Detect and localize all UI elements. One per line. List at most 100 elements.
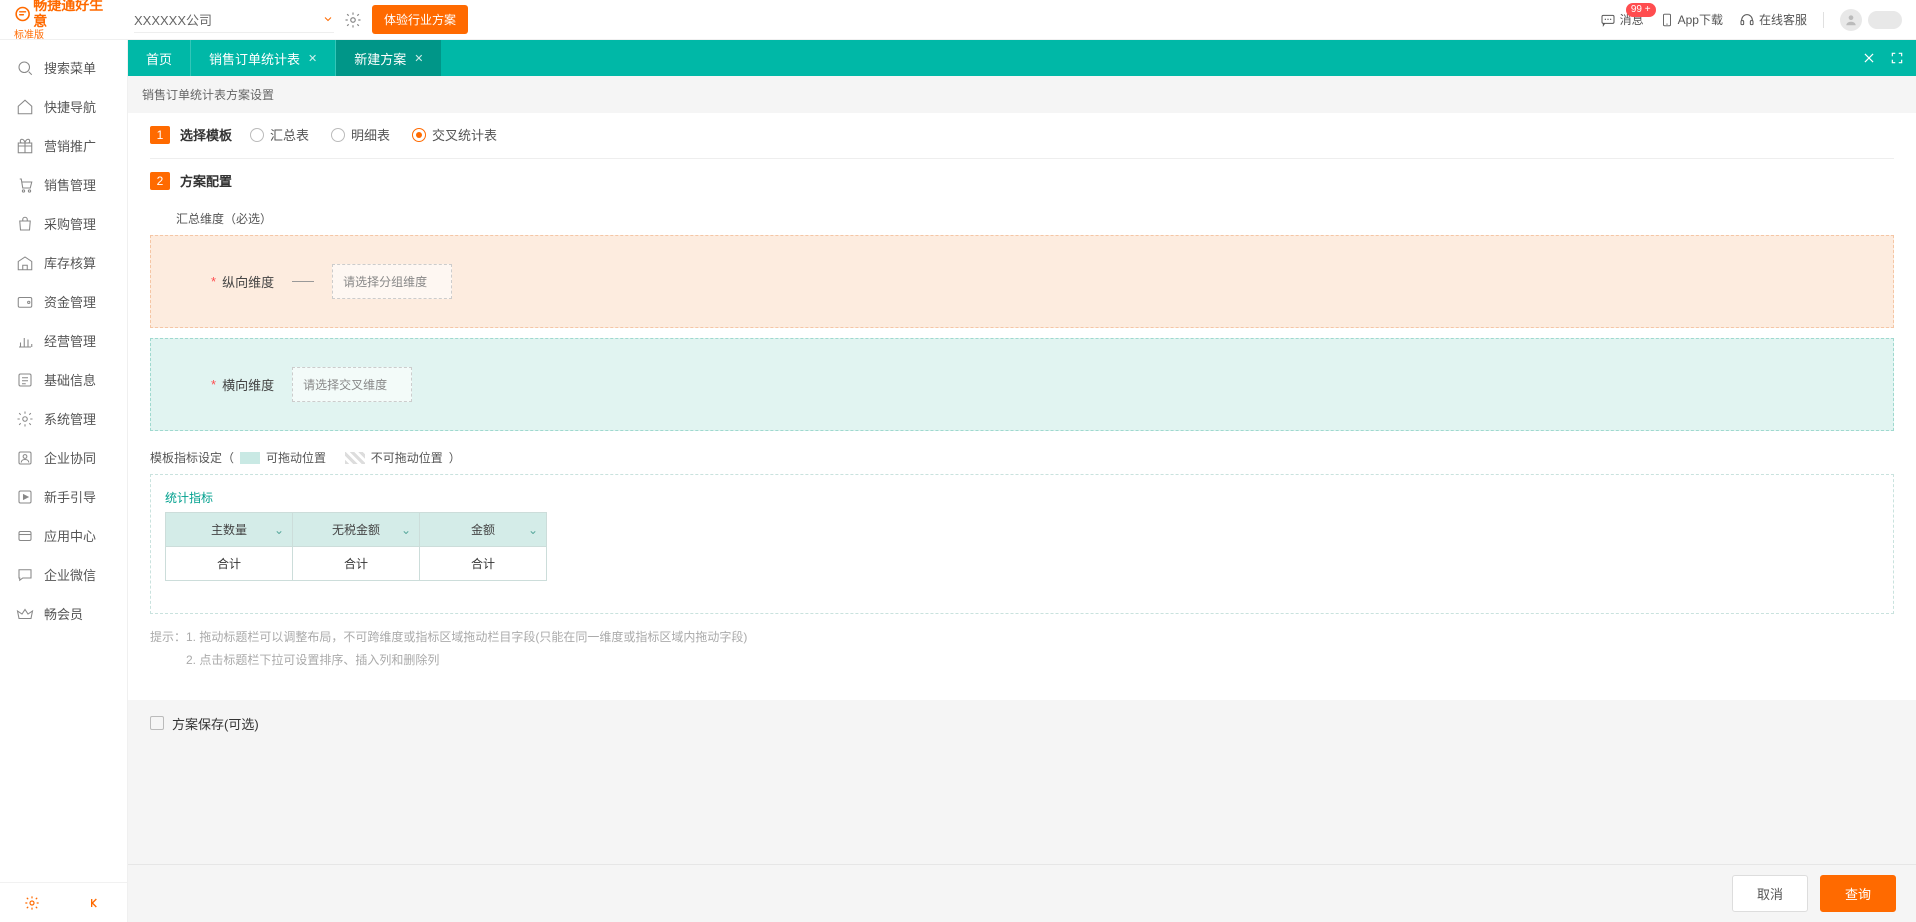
sidebar-item-search[interactable]: 搜索菜单 [0,48,127,87]
metrics-title: 统计指标 [165,489,1879,506]
main: 首页 销售订单统计表✕ 新建方案✕ 销售订单统计表方案设置 1 选择模板 汇总表… [128,40,1916,922]
legend: 模板指标设定（ 可拖动位置 不可拖动位置 ） [150,449,1894,466]
avatar-icon [1840,9,1862,31]
sidebar-item-label: 快捷导航 [44,97,96,116]
sidebar-item-inventory[interactable]: 库存核算 [0,243,127,282]
metric-header-amount[interactable]: 金额 ⌄ [420,513,546,546]
header-text: 金额 [471,521,495,538]
legend-nodrag: 不可拖动位置 [371,449,443,466]
support-link[interactable]: 在线客服 [1739,11,1807,28]
sidebar-item-label: 采购管理 [44,214,96,233]
sidebar-item-collab[interactable]: 企业协同 [0,438,127,477]
sidebar-item-sales[interactable]: 销售管理 [0,165,127,204]
app-download-link[interactable]: App下载 [1660,11,1723,28]
close-all-tabs-icon[interactable] [1862,51,1876,65]
sidebar-item-label: 畅会员 [44,604,83,623]
sidebar-item-guide[interactable]: 新手引导 [0,477,127,516]
wallet-icon [16,293,34,311]
sidebar-item-apps[interactable]: 应用中心 [0,516,127,555]
tab-label: 新建方案 [354,49,406,68]
tab-label: 首页 [146,49,172,68]
sidebar-item-system[interactable]: 系统管理 [0,399,127,438]
sidebar-item-label: 基础信息 [44,370,96,389]
hint-2: 2. 点击标题栏下拉可设置排序、插入列和删除列 [186,653,439,667]
separator [1823,12,1824,28]
sidebar-item-wechat[interactable]: 企业微信 [0,555,127,594]
sidebar-settings-button[interactable] [0,883,64,922]
sidebar-item-purchase[interactable]: 采购管理 [0,204,127,243]
play-icon [16,488,34,506]
company-name: XXXXXX公司 [134,10,212,29]
tab-sales-report[interactable]: 销售订单统计表✕ [191,40,336,76]
hints: 提示：1. 拖动标题栏可以调整布局，不可跨维度或指标区域拖动栏目字段(只能在同一… [150,626,1894,672]
sidebar-item-label: 企业协同 [44,448,96,467]
chevron-down-icon[interactable]: ⌄ [401,523,411,537]
close-icon[interactable]: ✕ [414,52,423,65]
sidebar-item-label: 营销推广 [44,136,96,155]
fullscreen-icon[interactable] [1890,51,1904,65]
list-icon [16,371,34,389]
sidebar-item-basedata[interactable]: 基础信息 [0,360,127,399]
radio-crosstab[interactable]: 交叉统计表 [412,125,497,144]
user-menu[interactable] [1840,9,1902,31]
metric-total-cell: 合计 [166,546,293,580]
sidebar-item-finance[interactable]: 资金管理 [0,282,127,321]
messages-link[interactable]: 消息 99 + [1600,11,1644,28]
sidebar-item-member[interactable]: 畅会员 [0,594,127,633]
cancel-button[interactable]: 取消 [1732,875,1808,912]
sidebar-collapse-button[interactable] [64,883,128,922]
hint-1: 1. 拖动标题栏可以调整布局，不可跨维度或指标区域拖动栏目字段(只能在同一维度或… [186,630,747,644]
company-selector[interactable]: XXXXXX公司 [134,7,334,33]
hints-lead: 提示： [150,626,186,649]
sidebar: 搜索菜单 快捷导航 营销推广 销售管理 采购管理 库存核算 资金管理 经营管理 … [0,40,128,922]
radio-label: 汇总表 [270,125,309,144]
chevron-down-icon[interactable]: ⌄ [274,523,284,537]
crown-icon [16,605,34,623]
legend-suffix: ） [449,449,461,466]
chevron-down-icon [322,13,334,25]
swatch-nondraggable [345,452,365,464]
collapse-icon [87,895,103,911]
metric-total-cell: 合计 [293,546,420,580]
tab-new-plan[interactable]: 新建方案 ✕ [336,40,441,76]
metric-header-notax[interactable]: 无税金额⌄ [293,513,420,546]
radio-label: 交叉统计表 [432,125,497,144]
vertical-dimension-input[interactable]: 请选择分组维度 [332,264,452,299]
topbar: 畅捷通好生意 标准版 XXXXXX公司 体验行业方案 消息 99 + App下载 [0,0,1916,40]
close-icon[interactable]: ✕ [308,52,317,65]
save-plan-checkbox[interactable] [150,716,164,730]
apps-icon [16,527,34,545]
industry-plan-button[interactable]: 体验行业方案 [372,5,468,34]
tab-home[interactable]: 首页 [128,40,191,76]
sidebar-item-label: 资金管理 [44,292,96,311]
radio-detail[interactable]: 明细表 [331,125,390,144]
radio-summary[interactable]: 汇总表 [250,125,309,144]
sidebar-item-label: 应用中心 [44,526,96,545]
sidebar-item-operation[interactable]: 经营管理 [0,321,127,360]
query-button[interactable]: 查询 [1820,875,1896,912]
chart-icon [16,332,34,350]
metric-header-qty[interactable]: 主数量⌄ [166,513,293,546]
horizontal-dimension-input[interactable]: 请选择交叉维度 [292,367,412,402]
chat-icon [16,566,34,584]
required-dimension-label: 汇总维度（必选） [176,210,1894,227]
placeholder-text: 请选择分组维度 [343,275,427,289]
sidebar-item-label: 系统管理 [44,409,96,428]
dim-label-text: 纵向维度 [222,272,274,291]
sidebar-item-quicknav[interactable]: 快捷导航 [0,87,127,126]
vertical-dimension-label: *纵向维度 [211,272,274,291]
settings-icon[interactable] [344,11,362,29]
download-label: App下载 [1678,11,1723,28]
step-2-title: 方案配置 [180,171,232,190]
sidebar-item-label: 库存核算 [44,253,96,272]
gift-icon [16,137,34,155]
footer: 取消 查询 [128,864,1916,922]
metrics-area: 统计指标 主数量⌄ 无税金额⌄ 金额⌄ 合计 合计 合计 [150,474,1894,614]
metrics-table: 主数量⌄ 无税金额⌄ 金额⌄ 合计 合计 合计 [165,512,547,581]
chevron-down-icon[interactable]: ⌄ [528,523,538,537]
radio-label: 明细表 [351,125,390,144]
page-title: 销售订单统计表方案设置 [128,76,1916,113]
save-plan-row: 方案保存(可选) [128,700,1916,747]
horizontal-dimension-box: *横向维度 请选择交叉维度 [150,338,1894,431]
sidebar-item-marketing[interactable]: 营销推广 [0,126,127,165]
